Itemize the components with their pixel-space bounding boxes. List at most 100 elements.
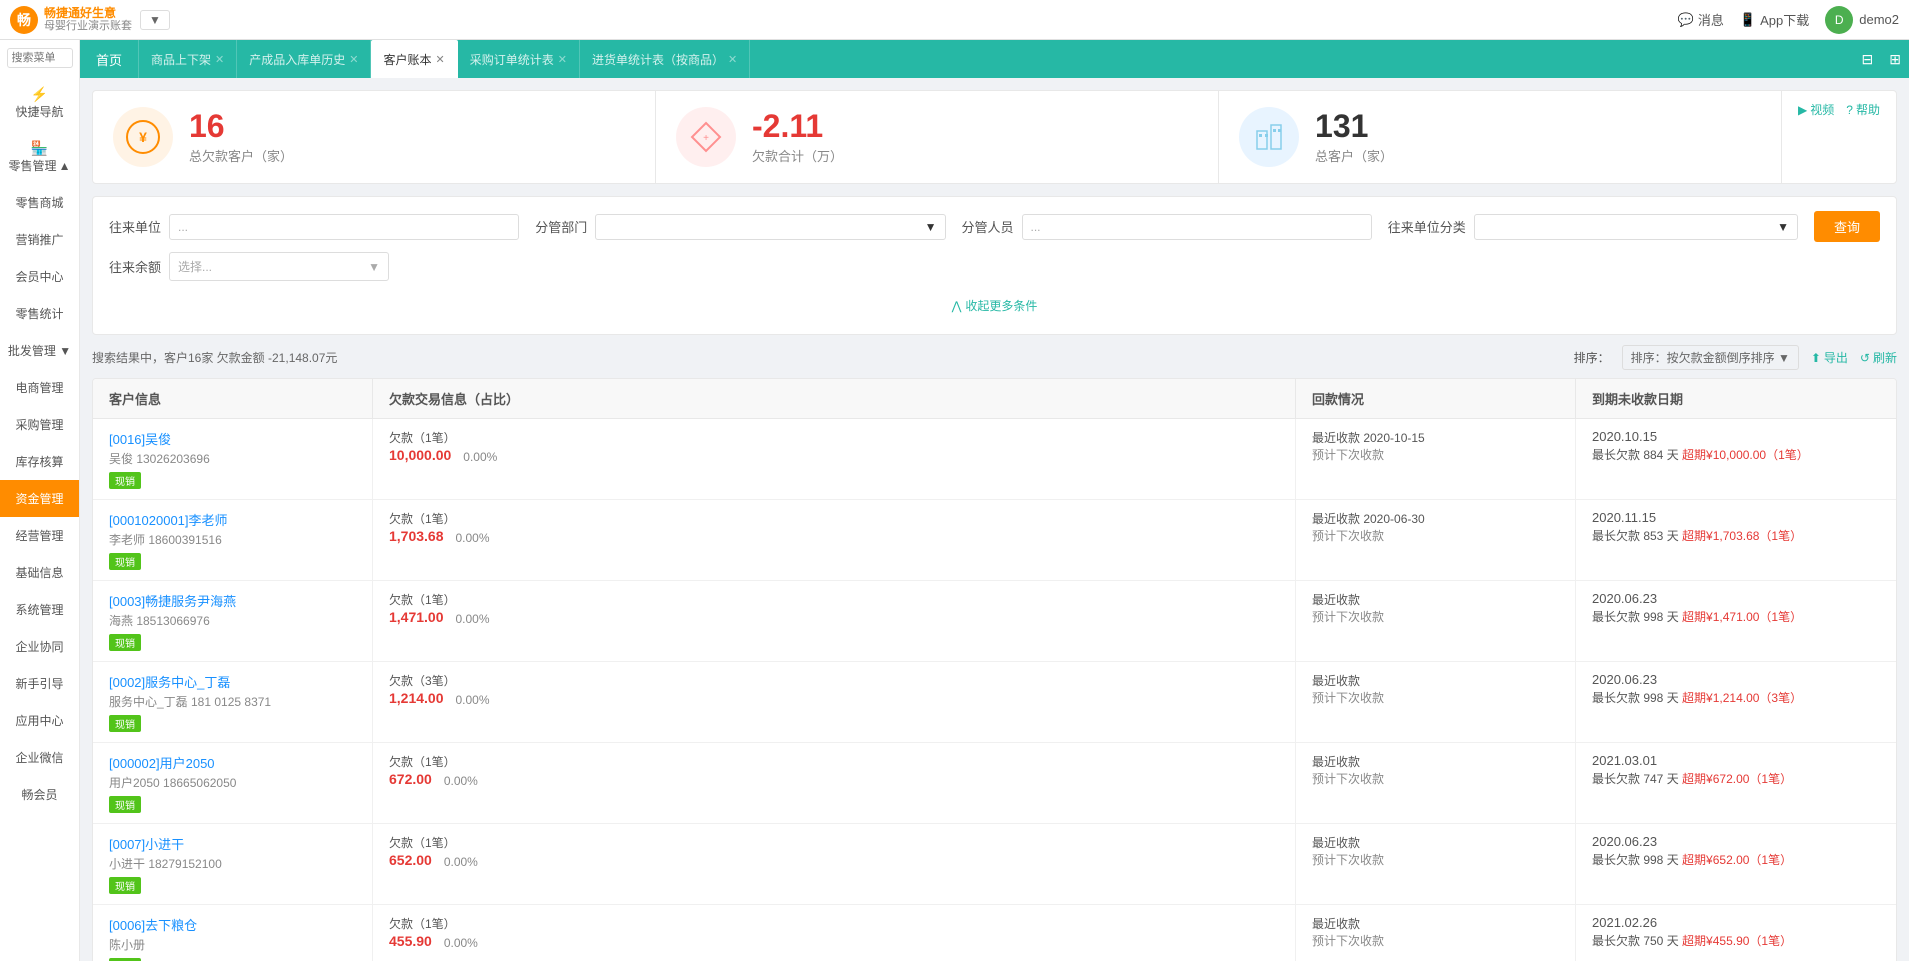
tab-customer-account[interactable]: 客户账本 ✕ (371, 40, 457, 78)
td-debt-info: 欠款（3笔） 1,214.00 0.00% (373, 662, 1296, 742)
sidebar-item-vip[interactable]: 畅会员 (0, 776, 79, 813)
overdue-amount-link[interactable]: 超期¥10,000.00（1笔） (1682, 448, 1809, 462)
td-repayment: 最近收款 2020-06-30 预计下次收款 (1296, 500, 1576, 580)
category-input[interactable]: ▼ (1474, 214, 1798, 240)
customer-name-link[interactable]: [0016]吴俊 (109, 429, 356, 448)
supplier-label: 往来单位 (109, 217, 161, 236)
td-debt-info: 欠款（1笔） 10,000.00 0.00% (373, 419, 1296, 499)
debt-amount[interactable]: 1,214.00 (389, 690, 444, 706)
customer-phone: 陈小册 (109, 936, 356, 953)
video-btn[interactable]: ▶ 视频 (1798, 101, 1834, 118)
overdue-amount-link[interactable]: 超期¥455.90（1笔） (1682, 934, 1792, 948)
overdue-amount-link[interactable]: 超期¥1,471.00（1笔） (1682, 610, 1802, 624)
tab-close-purchase[interactable]: ✕ (558, 53, 567, 66)
td-debt-info: 欠款（1笔） 672.00 0.00% (373, 743, 1296, 823)
sidebar-item-quick-nav[interactable]: ⚡ 快捷导航 (0, 76, 79, 130)
sidebar-item-member[interactable]: 会员中心 (0, 258, 79, 295)
search-input[interactable] (7, 48, 73, 68)
next-collect: 预计下次收款 (1312, 608, 1559, 625)
system-dropdown[interactable]: ▼ (140, 10, 170, 30)
debt-amount[interactable]: 652.00 (389, 852, 432, 868)
refresh-btn[interactable]: ↺ 刷新 (1860, 349, 1897, 366)
stat-info-total-customers: 131 总客户（家） (1315, 110, 1393, 165)
sidebar-item-ecommerce[interactable]: 电商管理 (0, 369, 79, 406)
app-download-btn[interactable]: 📱 App下载 (1740, 10, 1809, 29)
overdue-days: 最长欠款 998 天 (1592, 691, 1679, 705)
sidebar-item-inventory[interactable]: 库存核算 (0, 443, 79, 480)
tab-minimize-btn[interactable]: ⊟ (1854, 51, 1882, 68)
supplier-input[interactable]: ... (169, 214, 519, 240)
export-btn[interactable]: ⬆ 导出 (1811, 349, 1848, 366)
sidebar-item-operations[interactable]: 经营管理 (0, 517, 79, 554)
debt-amount[interactable]: 10,000.00 (389, 447, 451, 463)
filter-row-2: 往来余额 选择... ▼ (109, 252, 1880, 281)
sidebar-item-search[interactable] (0, 40, 79, 76)
customer-name-link[interactable]: [0002]服务中心_丁磊 (109, 672, 356, 691)
due-date: 2020.11.15 (1592, 510, 1880, 525)
sidebar-item-enterprise[interactable]: 企业协同 (0, 628, 79, 665)
sidebar-item-purchase[interactable]: 采购管理 (0, 406, 79, 443)
stat-value-debt-customers: 16 (189, 110, 293, 142)
overdue-amount-link[interactable]: 超期¥1,214.00（3笔） (1682, 691, 1802, 705)
sidebar-item-retail-mgmt[interactable]: 🏪 零售管理 ▲ (0, 130, 79, 184)
sidebar-item-system[interactable]: 系统管理 (0, 591, 79, 628)
overdue-amount-link[interactable]: 超期¥1,703.68（1笔） (1682, 529, 1802, 543)
td-due-date: 2021.03.01 最长欠款 747 天 超期¥672.00（1笔） (1576, 743, 1896, 823)
tab-import-stats[interactable]: 进货单统计表（按商品） ✕ (580, 40, 750, 78)
sidebar-item-finance[interactable]: 资金管理 (0, 480, 79, 517)
customer-name-link[interactable]: [0003]畅捷服务尹海燕 (109, 591, 356, 610)
debt-ratio: 0.00% (456, 612, 490, 626)
customer-name-link[interactable]: [0007]小进干 (109, 834, 356, 853)
debt-amount[interactable]: 455.90 (389, 933, 432, 949)
sidebar-item-basic-info[interactable]: 基础信息 (0, 554, 79, 591)
tab-close-history[interactable]: ✕ (349, 53, 358, 66)
sort-select[interactable]: 排序：按欠款金额倒序排序 ▼ (1622, 345, 1799, 370)
sidebar-item-app-center[interactable]: 应用中心 (0, 702, 79, 739)
stat-label-debt-total: 欠款合计（万） (752, 146, 843, 165)
sidebar-item-guide[interactable]: 新手引导 (0, 665, 79, 702)
tab-home[interactable]: 首页 (80, 40, 139, 78)
query-button[interactable]: 查询 (1814, 211, 1880, 242)
sidebar-item-marketing[interactable]: 营销推广 (0, 221, 79, 258)
customer-phone: 小进干 18279152100 (109, 855, 356, 872)
td-repayment: 最近收款 预计下次收款 (1296, 662, 1576, 742)
tab-product-history[interactable]: 产成品入库单历史 ✕ (237, 40, 371, 78)
logo-icon: 畅 (10, 6, 38, 34)
tab-close-import[interactable]: ✕ (728, 53, 737, 66)
filter-dept: 分管部门 ▼ (535, 214, 945, 240)
overdue-amount-link[interactable]: 超期¥672.00（1笔） (1682, 772, 1792, 786)
video-icon: ▶ (1798, 103, 1807, 117)
tab-maximize-btn[interactable]: ⊞ (1881, 51, 1909, 68)
overdue-info: 最长欠款 853 天 超期¥1,703.68（1笔） (1592, 527, 1880, 544)
balance-select[interactable]: 选择... ▼ (169, 252, 389, 281)
next-collect: 预计下次收款 (1312, 446, 1559, 463)
debt-amount[interactable]: 1,471.00 (389, 609, 444, 625)
tab-products-off[interactable]: 商品上下架 ✕ (139, 40, 237, 78)
debt-count: 欠款（1笔） (389, 753, 1279, 770)
customer-name-link[interactable]: [0006]去下粮仓 (109, 915, 356, 934)
message-btn[interactable]: 💬 消息 (1678, 10, 1724, 29)
sidebar-item-retail-stats[interactable]: 零售统计 (0, 295, 79, 332)
debt-amount[interactable]: 672.00 (389, 771, 432, 787)
customer-name-link[interactable]: [000002]用户2050 (109, 753, 356, 772)
sidebar-item-batch-mgmt[interactable]: 批发管理 ▼ (0, 332, 79, 369)
sidebar-item-retail-mall[interactable]: 零售商城 (0, 184, 79, 221)
tab-close-products[interactable]: ✕ (215, 53, 224, 66)
help-btn[interactable]: ? 帮助 (1846, 101, 1880, 118)
collapse-btn[interactable]: ⋀ 收起更多条件 (952, 297, 1038, 314)
user-avatar-area[interactable]: D demo2 (1825, 6, 1899, 34)
stat-card-debt-customers: ¥ 16 总欠款客户（家） (93, 91, 656, 183)
sidebar-item-wechat[interactable]: 企业微信 (0, 739, 79, 776)
tab-purchase-orders[interactable]: 采购订单统计表 ✕ (458, 40, 580, 78)
customer-name-link[interactable]: [0001020001]李老师 (109, 510, 356, 529)
dept-input[interactable]: ▼ (595, 214, 945, 240)
export-icon: ⬆ (1811, 351, 1821, 365)
td-due-date: 2020.06.23 最长欠款 998 天 超期¥1,214.00（3笔） (1576, 662, 1896, 742)
overdue-amount-link[interactable]: 超期¥652.00（1笔） (1682, 853, 1792, 867)
sidebar: ⚡ 快捷导航 🏪 零售管理 ▲ 零售商城 营销推广 会员中心 零售统计 批发管理… (0, 40, 80, 961)
person-input[interactable]: ... (1022, 214, 1372, 240)
stat-value-total-customers: 131 (1315, 110, 1393, 142)
customer-phone: 李老师 18600391516 (109, 531, 356, 548)
debt-amount[interactable]: 1,703.68 (389, 528, 444, 544)
tab-close-customer[interactable]: ✕ (436, 53, 445, 66)
